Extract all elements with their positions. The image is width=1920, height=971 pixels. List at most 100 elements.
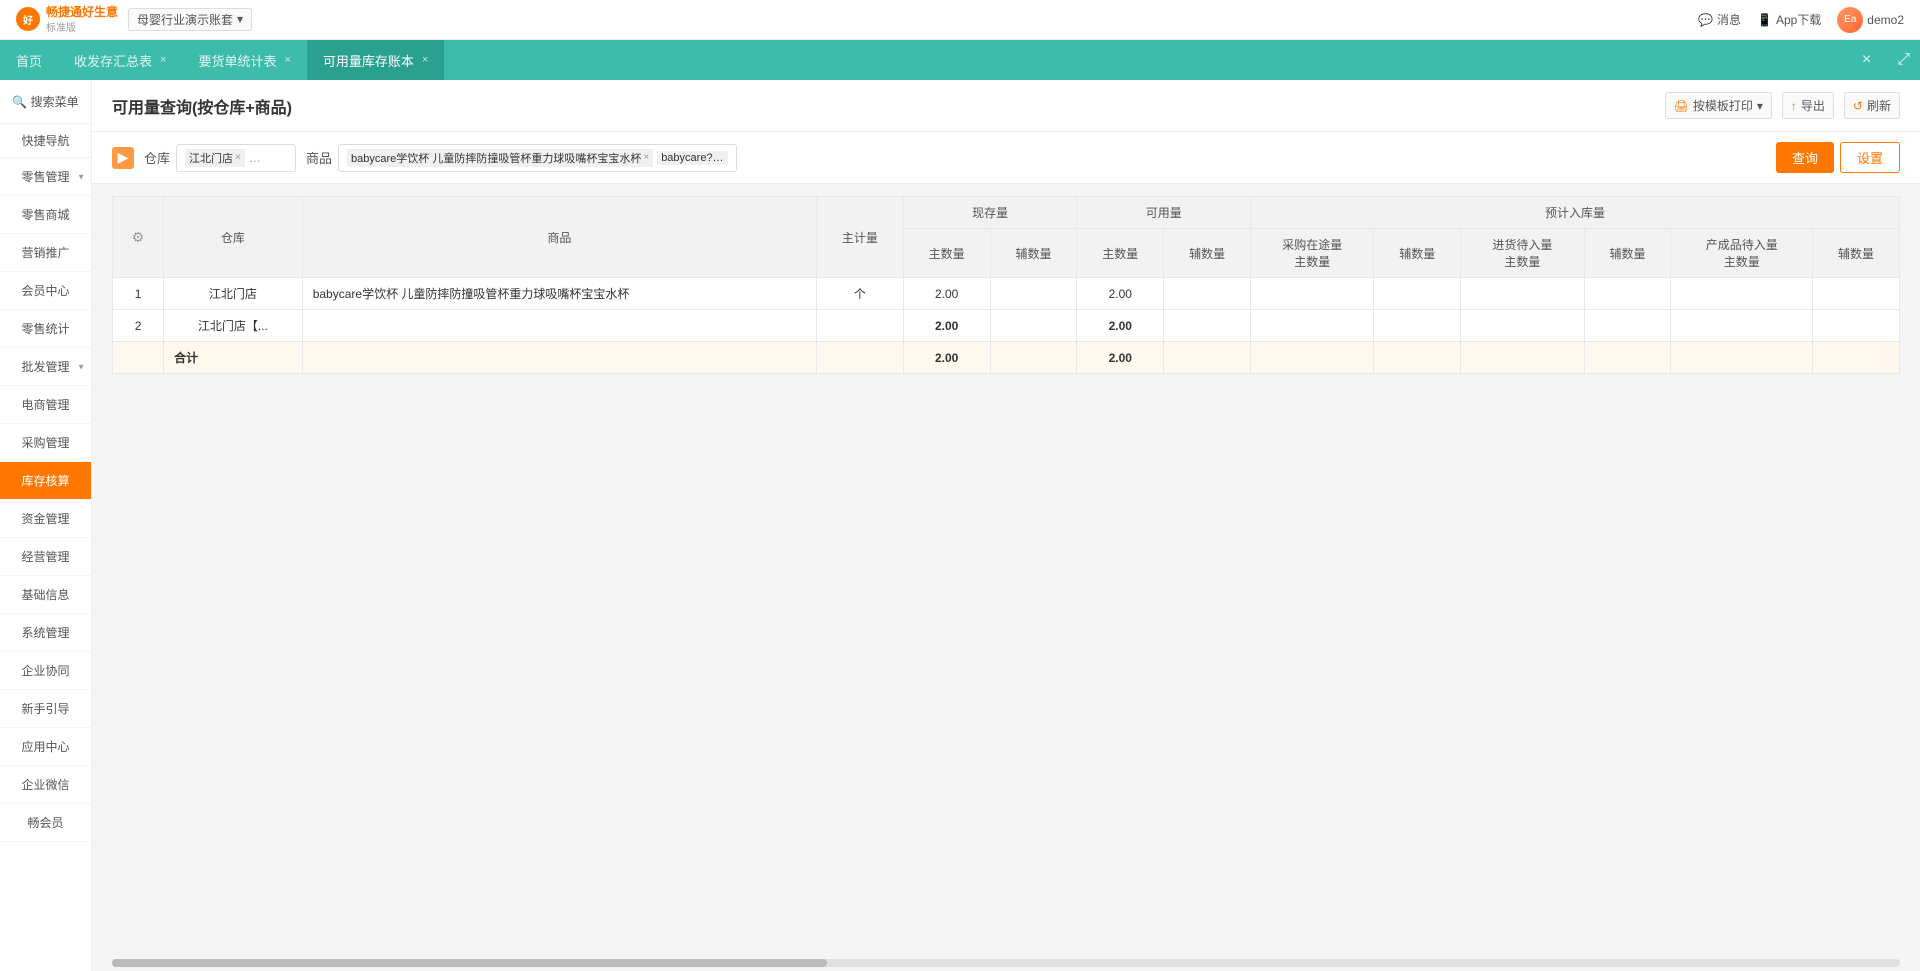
sidebar-item-member2[interactable]: 畅会员 xyxy=(0,804,91,842)
warehouse-tag-close[interactable]: × xyxy=(235,152,241,163)
sidebar-search-section: 🔍 搜索菜单 xyxy=(0,80,91,124)
product-filter-group: 商品 babycare学饮杯 儿童防摔防撞吸管杯重力球吸嘴杯宝宝水杯 × bab… xyxy=(306,144,737,172)
cell-unit-2 xyxy=(816,310,903,342)
tab-receipt-close[interactable]: × xyxy=(160,54,166,66)
table-row: 1 江北门店 babycare学饮杯 儿童防摔防撞吸管杯重力球吸嘴杯宝宝水杯 个… xyxy=(113,278,1900,310)
sidebar-item-wholesale-mgmt[interactable]: 批发管理 xyxy=(0,348,91,386)
refresh-btn[interactable]: ↺ 刷新 xyxy=(1844,92,1900,119)
sidebar-item-label: 应用中心 xyxy=(21,738,69,755)
query-btn[interactable]: 查询 xyxy=(1776,142,1834,173)
total-purchase-main xyxy=(1251,342,1374,374)
logo-sub: 标准版 xyxy=(46,19,118,34)
cell-product-2 xyxy=(302,310,816,342)
total-avail-aux xyxy=(1164,342,1251,374)
th-unit: 主计量 xyxy=(816,197,903,278)
th-purchase-aux: 辅数量 xyxy=(1374,229,1461,278)
tab-order-label: 要货单统计表 xyxy=(198,51,276,70)
sidebar-item-label: 系统管理 xyxy=(21,624,69,641)
print-icon: 🖨 xyxy=(1674,99,1689,113)
top-bar-left: 好 畅捷通好生意 标准版 母婴行业演示账套 ▾ xyxy=(16,5,252,34)
export-icon: ↑ xyxy=(1791,99,1797,113)
print-label: 按模板打印 xyxy=(1693,97,1753,114)
product-tag-1-value: babycare学饮杯 儿童防摔防撞吸管杯重力球吸嘴杯宝宝水杯 xyxy=(351,150,641,166)
product-tag-2: babycare?… xyxy=(657,151,727,165)
sidebar-item-basic-info[interactable]: 基础信息 xyxy=(0,576,91,614)
settings-btn[interactable]: 设置 xyxy=(1840,142,1900,173)
tab-home[interactable]: 首页 xyxy=(0,40,58,80)
tab-order-close[interactable]: × xyxy=(284,54,290,66)
scrollbar-thumb[interactable] xyxy=(112,959,827,967)
export-btn[interactable]: ↑ 导出 xyxy=(1782,92,1834,119)
product-filter-label: 商品 xyxy=(306,148,332,167)
product-input[interactable]: babycare学饮杯 儿童防摔防撞吸管杯重力球吸嘴杯宝宝水杯 × babyca… xyxy=(338,144,737,172)
total-stock-main: 2.00 xyxy=(903,342,990,374)
message-btn[interactable]: 💬 消息 xyxy=(1698,11,1741,28)
th-current-stock: 现存量 xyxy=(903,197,1077,229)
sidebar-item-finance[interactable]: 资金管理 xyxy=(0,500,91,538)
print-btn[interactable]: 🖨 按模板打印 ▾ xyxy=(1665,92,1772,119)
horizontal-scrollbar[interactable] xyxy=(112,959,1900,967)
user-area[interactable]: Ea demo2 xyxy=(1837,7,1904,33)
th-production-aux: 辅数量 xyxy=(1813,229,1900,278)
sidebar-item-system[interactable]: 系统管理 xyxy=(0,614,91,652)
avatar: Ea xyxy=(1837,7,1863,33)
total-incoming-aux xyxy=(1584,342,1671,374)
expand-icon[interactable]: ⤢ xyxy=(1887,51,1920,69)
sidebar-item-label: 企业协同 xyxy=(21,662,69,679)
sidebar-item-retail-mall[interactable]: 零售商城 xyxy=(0,196,91,234)
sidebar-item-retail-mgmt[interactable]: 零售管理 xyxy=(0,158,91,196)
filter-toggle-btn[interactable]: ▶ xyxy=(112,147,134,169)
industry-selector[interactable]: 母婴行业演示账套 ▾ xyxy=(128,8,252,31)
cell-product-1: babycare学饮杯 儿童防摔防撞吸管杯重力球吸嘴杯宝宝水杯 xyxy=(302,278,816,310)
sidebar-item-operations[interactable]: 经营管理 xyxy=(0,538,91,576)
product-tag-1-close[interactable]: × xyxy=(643,152,649,163)
sidebar-item-retail-stat[interactable]: 零售统计 xyxy=(0,310,91,348)
table-settings-icon[interactable]: ⚙ xyxy=(132,229,145,245)
sidebar-item-label: 采购管理 xyxy=(21,434,69,451)
page-header: 可用量查询(按仓库+商品) 🖨 按模板打印 ▾ ↑ 导出 ↺ 刷新 xyxy=(92,80,1920,132)
total-stock-aux xyxy=(990,342,1077,374)
sidebar-item-marketing[interactable]: 营销推广 xyxy=(0,234,91,272)
tab-available-close[interactable]: × xyxy=(422,54,428,66)
sidebar-item-label: 企业微信 xyxy=(21,776,69,793)
tab-available[interactable]: 可用量库存账本 × xyxy=(307,40,444,80)
close-all-tabs[interactable]: × xyxy=(1846,51,1887,69)
cell-incoming-main-1 xyxy=(1461,278,1584,310)
app-download-btn[interactable]: 📱 App下载 xyxy=(1757,11,1821,28)
sidebar-item-inventory[interactable]: 库存核算 xyxy=(0,462,91,500)
print-chevron-icon: ▾ xyxy=(1757,99,1763,113)
th-stock-aux-qty: 辅数量 xyxy=(990,229,1077,278)
sidebar-item-enterprise[interactable]: 企业协同 xyxy=(0,652,91,690)
cell-avail-main-2: 2.00 xyxy=(1077,310,1164,342)
app-download-label: App下载 xyxy=(1776,11,1821,28)
product-tag-1: babycare学饮杯 儿童防摔防撞吸管杯重力球吸嘴杯宝宝水杯 × xyxy=(347,149,653,167)
page-title: 可用量查询(按仓库+商品) xyxy=(112,94,292,130)
cell-stock-main-2: 2.00 xyxy=(903,310,990,342)
th-settings[interactable]: ⚙ xyxy=(113,197,164,278)
search-menu-btn[interactable]: 🔍 搜索菜单 xyxy=(8,88,83,115)
tab-order[interactable]: 要货单统计表 × xyxy=(182,40,306,80)
cell-warehouse-1: 江北门店 xyxy=(164,278,303,310)
total-empty-1 xyxy=(113,342,164,374)
total-label: 合计 xyxy=(164,342,303,374)
sidebar-item-ecommerce[interactable]: 电商管理 xyxy=(0,386,91,424)
sidebar-item-member[interactable]: 会员中心 xyxy=(0,272,91,310)
warehouse-filter-label: 仓库 xyxy=(144,148,170,167)
cell-purchase-main-2 xyxy=(1251,310,1374,342)
cell-purchase-aux-1 xyxy=(1374,278,1461,310)
th-available: 可用量 xyxy=(1077,197,1251,229)
warehouse-more[interactable]: … xyxy=(249,151,261,165)
sidebar-item-label: 新手引导 xyxy=(21,700,69,717)
sidebar-item-label: 营销推广 xyxy=(21,244,69,261)
cell-serial-1: 1 xyxy=(113,278,164,310)
sidebar-item-enterprise-wechat[interactable]: 企业微信 xyxy=(0,766,91,804)
sidebar-item-app-center[interactable]: 应用中心 xyxy=(0,728,91,766)
cell-incoming-aux-1 xyxy=(1584,278,1671,310)
sidebar-item-label: 经营管理 xyxy=(21,548,69,565)
quick-nav-btn[interactable]: 快捷导航 xyxy=(0,124,91,158)
tab-receipt[interactable]: 收发存汇总表 × xyxy=(58,40,182,80)
sidebar-item-newbie[interactable]: 新手引导 xyxy=(0,690,91,728)
th-avail-main-qty: 主数量 xyxy=(1077,229,1164,278)
warehouse-input[interactable]: 江北门店 × … xyxy=(176,144,296,172)
sidebar-item-purchase[interactable]: 采购管理 xyxy=(0,424,91,462)
